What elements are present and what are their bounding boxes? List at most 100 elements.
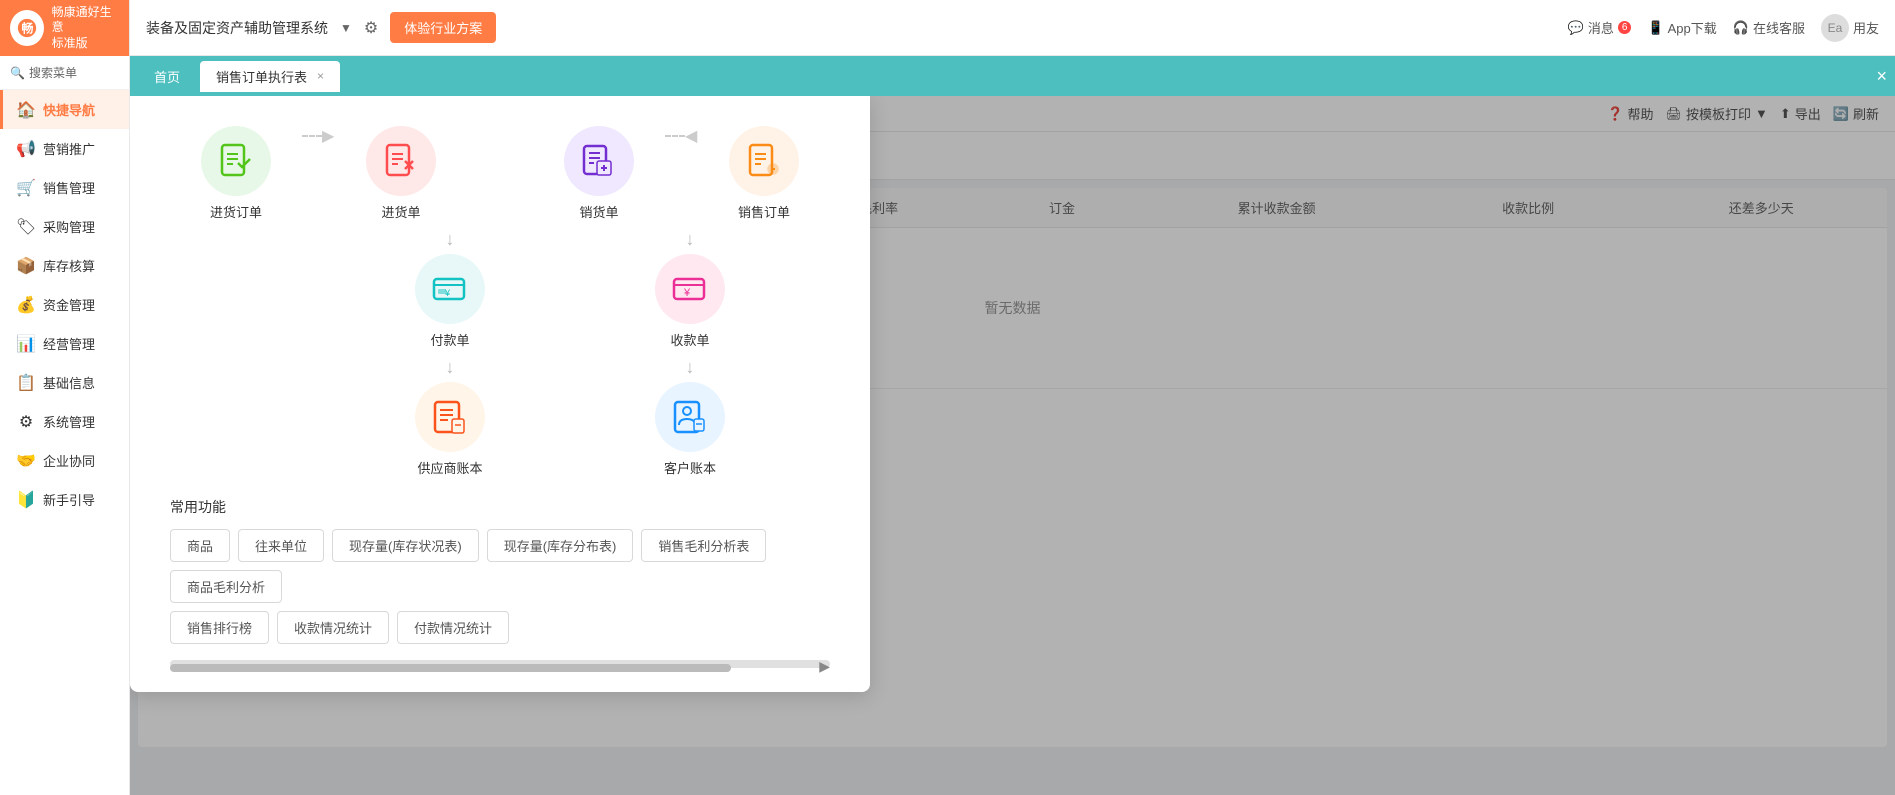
scroll-right-arrow[interactable]: ▶	[819, 658, 830, 675]
common-btn-4[interactable]: 销售毛利分析表	[641, 529, 766, 562]
down-arrow-receipt: ↓	[610, 357, 770, 378]
flow-top-row: 进货订单 ▶	[170, 126, 830, 221]
sidebar-item-label-2: 销售管理	[43, 178, 95, 197]
scrollbar-track	[170, 660, 830, 668]
spacer-l3	[170, 357, 370, 378]
scrollbar-thumb[interactable]	[170, 664, 731, 672]
online-service-label: 在线客服	[1753, 18, 1805, 37]
sales-bill-circle[interactable]	[564, 126, 634, 196]
basic-icon: 📋	[17, 374, 35, 392]
sidebar-item-label-1: 营销推广	[43, 139, 95, 158]
sales-order-circle[interactable]	[729, 126, 799, 196]
system-title: 装备及固定资产辅助管理系统	[146, 18, 328, 38]
message-icon: 💬	[1568, 20, 1584, 36]
customer-account-circle[interactable]	[655, 382, 725, 452]
sidebar-item-sales[interactable]: 🛒 销售管理	[0, 168, 129, 207]
spacer-2	[330, 229, 370, 250]
user-item[interactable]: Ea 用友	[1821, 14, 1879, 42]
purchase-order-circle[interactable]	[201, 126, 271, 196]
service-icon: 🎧	[1733, 20, 1749, 36]
guide-icon: 🔰	[17, 491, 35, 509]
sales-bill-col: 销货单	[533, 126, 665, 221]
message-label: 消息	[1588, 18, 1614, 37]
common-btn-8[interactable]: 付款情况统计	[397, 611, 509, 644]
sidebar-item-purchase[interactable]: 🏷 采购管理	[0, 207, 129, 246]
svg-text:¥: ¥	[683, 287, 691, 299]
tab-home-label: 首页	[154, 67, 180, 86]
tab-close-icon[interactable]: ×	[317, 69, 324, 83]
receipt-circle[interactable]: ¥	[655, 254, 725, 324]
common-btn-5[interactable]: 商品毛利分析	[170, 570, 282, 603]
payment-circle[interactable]: ¥	[415, 254, 485, 324]
message-item[interactable]: 💬 消息 6	[1568, 18, 1632, 37]
purchase-icon: 🏷	[17, 218, 35, 236]
quick-nav-overlay[interactable]: 进货订单 ▶	[130, 96, 1895, 795]
tab-active-label: 销售订单执行表	[216, 67, 307, 86]
quick-nav-panel: 进货订单 ▶	[130, 96, 870, 692]
sidebar-item-label-5: 资金管理	[43, 295, 95, 314]
search-icon: 🔍	[10, 66, 25, 80]
avatar: Ea	[1821, 14, 1849, 42]
common-btn-7[interactable]: 收款情况统计	[277, 611, 389, 644]
common-btn-1[interactable]: 往来单位	[238, 529, 324, 562]
supplier-account-label: 供应商账本	[417, 458, 482, 477]
purchase-bill-circle[interactable]	[366, 126, 436, 196]
sidebar-item-label-9: 企业协同	[43, 451, 95, 470]
supplier-account-circle[interactable]	[415, 382, 485, 452]
sidebar-item-marketing[interactable]: 📢 营销推广	[0, 129, 129, 168]
receipt-label: 收款单	[670, 330, 709, 349]
spacer-left	[170, 229, 330, 250]
settings-icon[interactable]: ⚙	[364, 18, 378, 38]
mobile-icon: 📱	[1647, 20, 1663, 36]
down-arrow-payment: ↓	[370, 357, 530, 378]
sidebar-item-basic[interactable]: 📋 基础信息	[0, 363, 129, 402]
sidebar-item-operation[interactable]: 📊 经营管理	[0, 324, 129, 363]
app-download-item[interactable]: 📱 App下载	[1647, 18, 1716, 37]
supplier-account-col: 供应商账本	[370, 382, 530, 477]
down-arrow-sales: ↓	[610, 229, 770, 250]
common-btns-row2: 销售排行榜 收款情况统计 付款情况统计	[170, 611, 830, 644]
tab-sales-order[interactable]: 销售订单执行表 ×	[200, 61, 340, 92]
svg-text:¥: ¥	[444, 288, 451, 298]
message-badge: 6	[1618, 21, 1632, 34]
sales-order-label: 销售订单	[738, 202, 790, 221]
tab-home[interactable]: 首页	[138, 61, 196, 92]
purchase-bill-label: 进货单	[381, 202, 420, 221]
flow-diagram-section: 进货订单 ▶	[170, 126, 830, 477]
tab-close-all[interactable]: ×	[1876, 66, 1887, 87]
sidebar-item-label-10: 新手引导	[43, 490, 95, 509]
payment-col: ¥ 付款单	[370, 254, 530, 349]
search-label: 搜索菜单	[29, 64, 77, 81]
sidebar-item-inventory[interactable]: 📦 库存核算	[0, 246, 129, 285]
flow-arrows-row: ↓ ↓	[170, 229, 830, 250]
common-functions-section: 常用功能 商品 往来单位 现存量(库存状况表) 现存量(库存分布表) 销售毛利分…	[170, 497, 830, 644]
common-btn-3[interactable]: 现存量(库存分布表)	[487, 529, 634, 562]
payment-label: 付款单	[430, 330, 469, 349]
sidebar-item-finance[interactable]: 💰 资金管理	[0, 285, 129, 324]
common-btn-0[interactable]: 商品	[170, 529, 230, 562]
logo-line1: 畅康通好生意	[52, 5, 119, 36]
sidebar-search[interactable]: 🔍 搜索菜单	[0, 56, 129, 90]
svg-text:畅: 畅	[21, 22, 33, 36]
sidebar-item-label-7: 基础信息	[43, 373, 95, 392]
sales-bill-label: 销货单	[579, 202, 618, 221]
online-service-item[interactable]: 🎧 在线客服	[1733, 18, 1805, 37]
sidebar-item-guide[interactable]: 🔰 新手引导	[0, 480, 129, 519]
receipt-col: ¥ 收款单	[610, 254, 770, 349]
quick-nav-icon: 🏠	[17, 101, 35, 119]
topbar: 装备及固定资产辅助管理系统 ▼ ⚙ 体验行业方案 💬 消息 6 📱 App下载 …	[130, 0, 1895, 56]
sidebar-item-system[interactable]: ⚙ 系统管理	[0, 402, 129, 441]
purchase-bill-col: 进货单	[335, 126, 467, 221]
sales-order-col: 销售订单	[698, 126, 830, 221]
sidebar-item-label-4: 库存核算	[43, 256, 95, 275]
spacer-5	[530, 357, 610, 378]
logo-text: 畅康通好生意 标准版	[52, 5, 119, 52]
experience-btn[interactable]: 体验行业方案	[390, 12, 496, 43]
sidebar-item-quick-nav[interactable]: 🏠 快捷导航	[0, 90, 129, 129]
common-btn-2[interactable]: 现存量(库存状况表)	[332, 529, 479, 562]
system-dropdown[interactable]: ▼	[340, 21, 352, 35]
main-area: 装备及固定资产辅助管理系统 ▼ ⚙ 体验行业方案 💬 消息 6 📱 App下载 …	[130, 0, 1895, 795]
sidebar-item-collab[interactable]: 🤝 企业协同	[0, 441, 129, 480]
common-btn-6[interactable]: 销售排行榜	[170, 611, 269, 644]
finance-icon: 💰	[17, 296, 35, 314]
